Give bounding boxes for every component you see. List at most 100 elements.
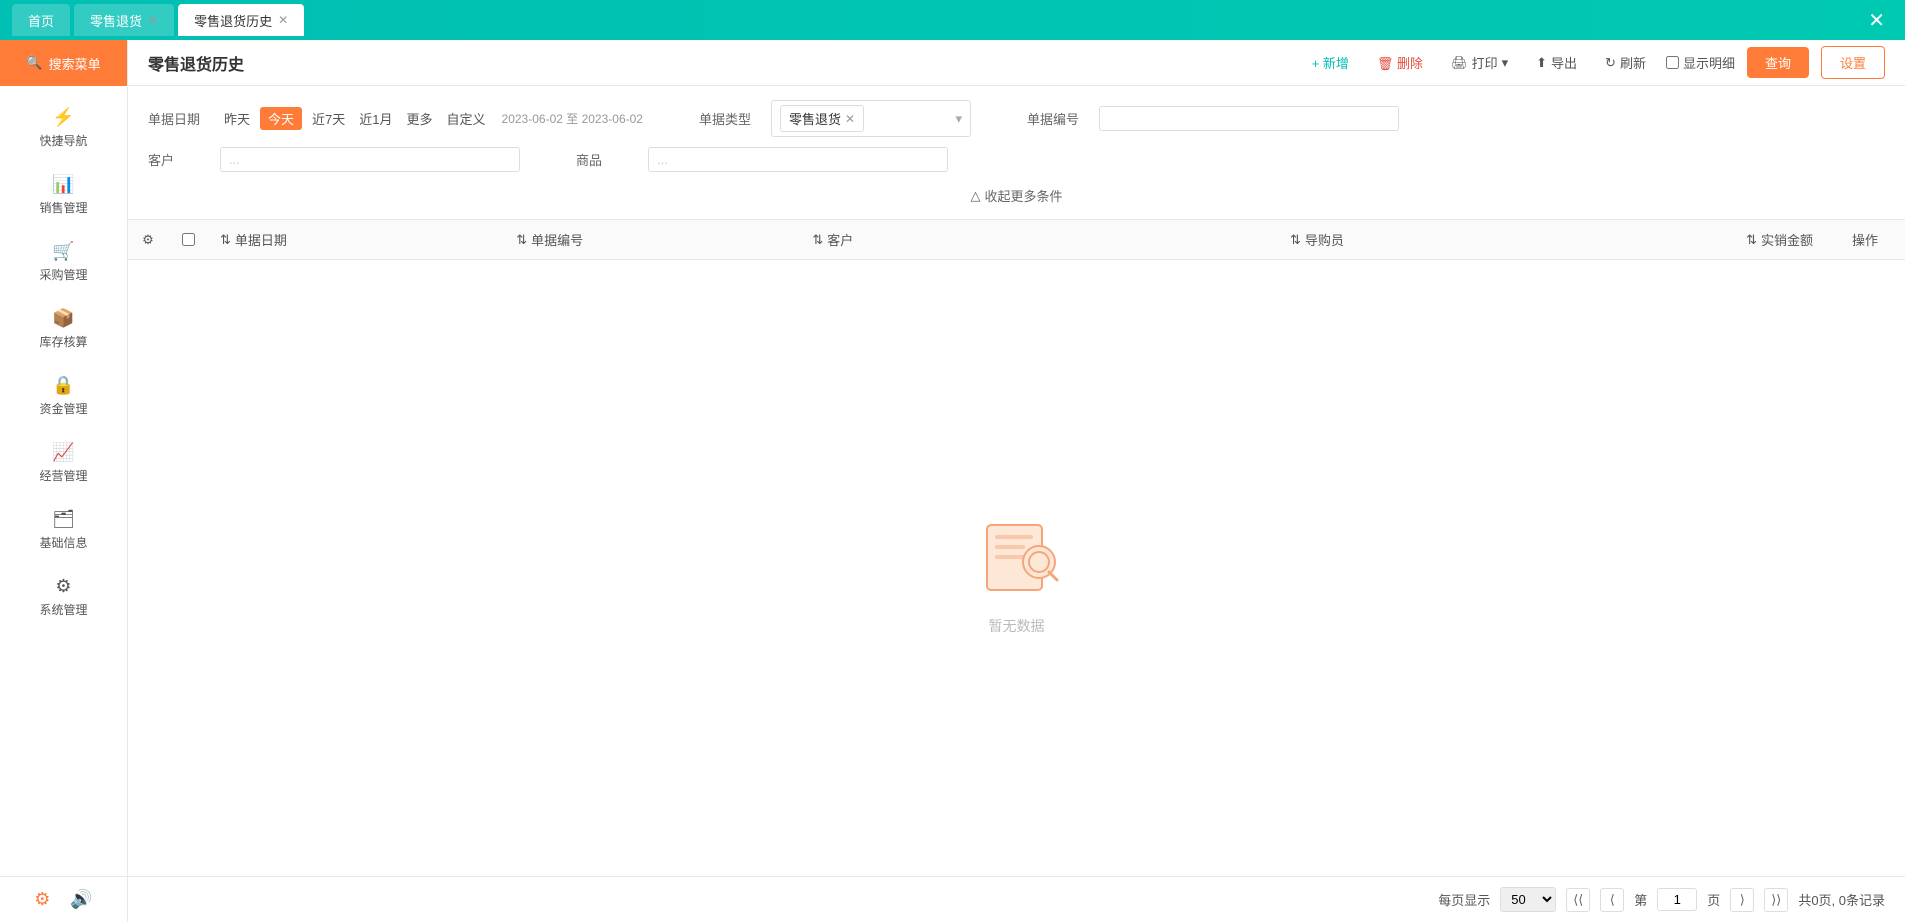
tab-home[interactable]: 首页 [12, 4, 70, 36]
sort-date-icon[interactable]: ⇅ [220, 232, 231, 248]
customer-filter-label: 客户 [148, 150, 204, 169]
content-area: 零售退货历史 + 新增 🗑 删除 🖨 打印 ▾ ⬆ 导出 ↻ 刷新 [128, 40, 1905, 922]
th-customer: ⇅ 客户 [800, 220, 1278, 259]
tab-retail-return-history-close[interactable]: ✕ [278, 13, 288, 27]
sidebar-item-operations-label: 经营管理 [39, 467, 87, 484]
page-title: 零售退货历史 [148, 51, 244, 75]
date-shortcuts: 昨天 今天 近7天 近1月 更多 自定义 2023-06-02 至 2023-0… [220, 107, 643, 130]
print-icon: 🖨 [1451, 55, 1468, 71]
sidebar-item-finance-label: 资金管理 [39, 400, 87, 417]
print-dropdown-icon: ▾ [1502, 55, 1509, 71]
doc-type-tag-label: 零售退货 [789, 109, 841, 128]
sidebar-item-purchase-mgmt-label: 采购管理 [39, 266, 87, 283]
select-all-checkbox[interactable] [182, 233, 195, 246]
print-button[interactable]: 🖨 打印 ▾ [1443, 49, 1516, 76]
prev-page-button[interactable]: ⟨ [1600, 888, 1624, 912]
sidebar-item-finance[interactable]: 🔒 资金管理 [0, 362, 127, 429]
sort-amount-icon[interactable]: ⇅ [1746, 232, 1757, 248]
sidebar-item-inventory[interactable]: 📦 库存核算 [0, 295, 127, 362]
goods-select[interactable]: ... [648, 147, 948, 172]
export-icon: ⬆ [1536, 55, 1547, 71]
table-settings-icon: ⚙ [142, 232, 154, 248]
th-date-label: 单据日期 [235, 230, 287, 249]
tab-retail-return-close[interactable]: ✕ [148, 13, 158, 27]
table-container: ⚙ ⇅ 单据日期 ⇅ 单据编号 ⇅ 客户 ⇅ [128, 220, 1905, 922]
next-page-button[interactable]: ⟩ [1730, 888, 1754, 912]
date-yesterday[interactable]: 昨天 [220, 107, 254, 130]
goods-ellipsis: ... [657, 152, 668, 167]
new-button[interactable]: + 新增 [1304, 49, 1357, 76]
tab-retail-return-history[interactable]: 零售退货历史 ✕ [178, 4, 304, 36]
purchase-mgmt-icon: 🛒 [53, 240, 75, 262]
system-mgmt-icon: ⚙ [53, 575, 75, 597]
sidebar-nav: ⚡ 快捷导航 📊 销售管理 🛒 采购管理 📦 库存核算 🔒 资金管理 📈 [0, 86, 127, 876]
sidebar-item-operations[interactable]: 📈 经营管理 [0, 429, 127, 496]
customer-ellipsis: ... [229, 152, 240, 167]
display-detail-label: 显示明细 [1683, 53, 1735, 72]
sort-no-icon[interactable]: ⇅ [516, 232, 527, 248]
sidebar-settings-icon[interactable]: ⚙ [34, 889, 50, 910]
empty-state: 暂无数据 [128, 260, 1905, 876]
date-more[interactable]: 更多 [403, 107, 437, 130]
filter-row-2: 客户 ... 商品 ... [148, 147, 1885, 172]
delete-button[interactable]: 🗑 删除 [1369, 49, 1431, 76]
page-size-label: 每页显示 [1438, 890, 1490, 909]
customer-select[interactable]: ... [220, 147, 520, 172]
th-amount: ⇅ 实销金额 [1574, 220, 1825, 259]
doc-type-remove[interactable]: ✕ [845, 112, 855, 126]
sidebar-item-basic-info-label: 基础信息 [39, 534, 87, 551]
export-label: 导出 [1551, 53, 1577, 72]
sidebar-item-quick-nav[interactable]: ⚡ 快捷导航 [0, 94, 127, 161]
sidebar-item-sales-mgmt[interactable]: 📊 销售管理 [0, 161, 127, 228]
sidebar-item-basic-info[interactable]: 🗂 基础信息 [0, 496, 127, 563]
settings-button[interactable]: 设置 [1821, 46, 1885, 79]
tab-retail-return-label: 零售退货 [90, 11, 142, 30]
sidebar-item-purchase-mgmt[interactable]: 🛒 采购管理 [0, 228, 127, 295]
doc-type-filter-label: 单据类型 [699, 109, 755, 128]
date-1month[interactable]: 近1月 [355, 107, 396, 130]
main-layout: 🔍 搜索菜单 ⚡ 快捷导航 📊 销售管理 🛒 采购管理 📦 库存核算 🔒 [0, 40, 1905, 922]
page-number-input[interactable] [1657, 888, 1697, 911]
sidebar-search-label: 搜索菜单 [49, 54, 101, 73]
tab-home-label: 首页 [28, 11, 54, 30]
sort-customer-icon[interactable]: ⇅ [812, 232, 823, 248]
tab-retail-return[interactable]: 零售退货 ✕ [74, 4, 174, 36]
date-custom[interactable]: 自定义 [443, 107, 490, 130]
last-page-button[interactable]: ⟩⟩ [1764, 888, 1788, 912]
toolbar: + 新增 🗑 删除 🖨 打印 ▾ ⬆ 导出 ↻ 刷新 显示明细 [1304, 46, 1885, 79]
export-button[interactable]: ⬆ 导出 [1528, 49, 1585, 76]
th-date: ⇅ 单据日期 [208, 220, 504, 259]
refresh-button[interactable]: ↻ 刷新 [1597, 49, 1654, 76]
empty-text: 暂无数据 [989, 616, 1045, 636]
sidebar-search[interactable]: 🔍 搜索菜单 [0, 40, 127, 86]
display-detail-checkbox[interactable]: 显示明细 [1666, 53, 1735, 72]
basic-info-icon: 🗂 [53, 508, 75, 530]
date-today[interactable]: 今天 [260, 107, 302, 130]
window-close-button[interactable]: ✕ [1860, 4, 1893, 37]
pagination: 每页显示 50 10 20 100 ⟨⟨ ⟨ 第 页 ⟩ ⟩⟩ 共0页, 0条记… [128, 876, 1905, 922]
collapse-icon: △ [970, 188, 980, 204]
th-checkbox[interactable] [168, 223, 208, 256]
doc-type-select[interactable]: 零售退货 ✕ ▾ [771, 100, 971, 137]
sidebar-audio-icon[interactable]: 🔊 [70, 889, 92, 910]
date-filter-label: 单据日期 [148, 109, 204, 128]
query-button[interactable]: 查询 [1747, 47, 1809, 78]
collapse-label: 收起更多条件 [984, 186, 1062, 205]
sidebar-item-quick-nav-label: 快捷导航 [39, 132, 87, 149]
page-size-select[interactable]: 50 10 20 100 [1500, 887, 1556, 912]
collapse-area: △ 收起更多条件 [148, 182, 1885, 205]
sidebar-item-sales-mgmt-label: 销售管理 [39, 199, 87, 216]
page-label: 页 [1707, 890, 1720, 909]
sidebar-item-inventory-label: 库存核算 [39, 333, 87, 350]
first-page-button[interactable]: ⟨⟨ [1566, 888, 1590, 912]
date-7days[interactable]: 近7天 [308, 107, 349, 130]
sidebar-item-system-mgmt[interactable]: ⚙ 系统管理 [0, 563, 127, 630]
th-settings[interactable]: ⚙ [128, 222, 168, 258]
doc-no-input[interactable] [1099, 106, 1399, 131]
print-label: 打印 [1472, 53, 1498, 72]
goods-filter-label: 商品 [576, 150, 632, 169]
collapse-button[interactable]: △ 收起更多条件 [970, 186, 1062, 205]
display-detail-input[interactable] [1666, 56, 1679, 69]
sort-guide-icon[interactable]: ⇅ [1290, 232, 1301, 248]
sidebar-item-system-mgmt-label: 系统管理 [39, 601, 87, 618]
